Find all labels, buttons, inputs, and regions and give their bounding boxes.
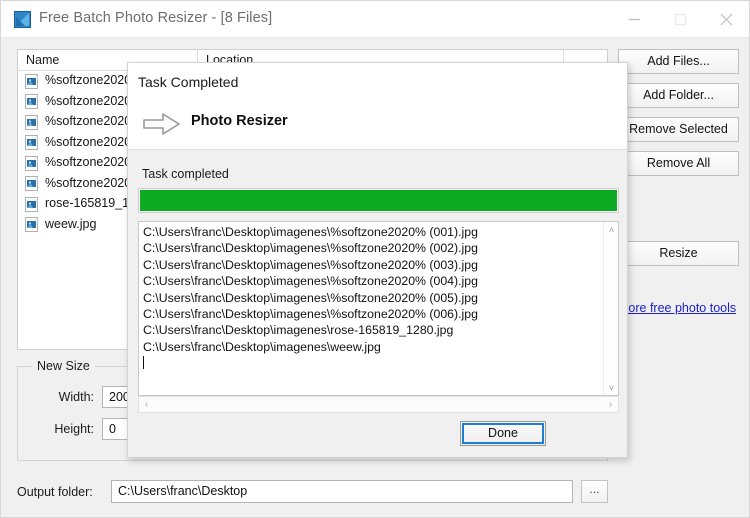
text-caret [143, 356, 144, 370]
more-free-photo-tools-link[interactable]: More free photo tools [618, 301, 750, 315]
output-folder-label: Output folder: [17, 485, 93, 499]
log-line: C:\Users\franc\Desktop\imagenes\%softzon… [143, 290, 478, 305]
minimize-button[interactable] [611, 1, 657, 37]
maximize-button[interactable] [657, 1, 703, 37]
width-label: Width: [58, 390, 94, 404]
resize-button[interactable]: Resize [618, 241, 739, 266]
file-icon [25, 196, 38, 212]
remove-selected-button[interactable]: Remove Selected [618, 117, 739, 142]
log-horizontal-scrollbar[interactable]: ‹ › [138, 396, 619, 413]
maximize-icon [674, 13, 687, 26]
log-line: C:\Users\franc\Desktop\imagenes\%softzon… [143, 241, 478, 256]
file-icon [25, 135, 38, 151]
log-output-box[interactable]: C:\Users\franc\Desktop\imagenes\%softzon… [138, 221, 619, 396]
height-label: Height: [54, 422, 94, 436]
log-line: C:\Users\franc\Desktop\imagenes\%softzon… [143, 225, 478, 239]
done-button[interactable]: Done [460, 421, 546, 446]
log-line: C:\Users\franc\Desktop\imagenes\rose-165… [143, 323, 454, 338]
new-size-group-title: New Size [32, 359, 95, 373]
arrow-right-icon [141, 110, 183, 138]
close-button[interactable] [703, 1, 749, 37]
dialog-header: Task Completed Photo Resizer [128, 63, 627, 150]
scroll-left-icon[interactable]: ‹ [139, 397, 154, 412]
output-folder-input[interactable]: C:\Users\franc\Desktop [111, 480, 573, 503]
log-caret-line [143, 355, 600, 371]
log-line: C:\Users\franc\Desktop\imagenes\%softzon… [143, 307, 478, 322]
file-icon [25, 73, 38, 89]
output-folder-browse-button[interactable]: ... [581, 480, 608, 503]
log-line: C:\Users\franc\Desktop\imagenes\weew.jpg [143, 339, 381, 354]
file-icon [25, 114, 38, 130]
file-icon [25, 176, 38, 192]
file-icon [25, 155, 38, 171]
dialog-status-text: Task completed [142, 167, 229, 181]
add-folder-button[interactable]: Add Folder... [618, 83, 739, 108]
title-bar: Free Batch Photo Resizer - [8 Files] [1, 1, 749, 38]
log-line: C:\Users\franc\Desktop\imagenes\%softzon… [143, 257, 478, 272]
progress-bar [138, 188, 619, 213]
file-icon [25, 94, 38, 110]
dialog-brand-name: Photo Resizer [191, 113, 288, 129]
progress-bar-fill [140, 190, 617, 211]
file-icon [25, 217, 38, 233]
scroll-down-icon[interactable]: ˅ [604, 380, 618, 395]
minimize-icon [628, 13, 641, 26]
file-name: weew.jpg [45, 216, 97, 231]
log-line: C:\Users\franc\Desktop\imagenes\%softzon… [143, 274, 478, 289]
task-completed-dialog: Task Completed Photo Resizer Task comple… [127, 62, 628, 458]
add-files-button[interactable]: Add Files... [618, 49, 739, 74]
close-icon [719, 12, 734, 27]
dialog-title: Task Completed [138, 74, 239, 90]
log-vertical-scrollbar[interactable]: ˄ ˅ [603, 222, 618, 395]
scroll-right-icon[interactable]: › [603, 397, 618, 412]
screenshot-root: Free Batch Photo Resizer - [8 Files] Nam… [0, 0, 750, 518]
remove-all-button[interactable]: Remove All [618, 151, 739, 176]
app-icon [14, 11, 31, 28]
window-title: Free Batch Photo Resizer - [8 Files] [39, 10, 273, 26]
log-lines: C:\Users\franc\Desktop\imagenes\%softzon… [143, 224, 600, 372]
scroll-up-icon[interactable]: ˄ [604, 222, 618, 237]
